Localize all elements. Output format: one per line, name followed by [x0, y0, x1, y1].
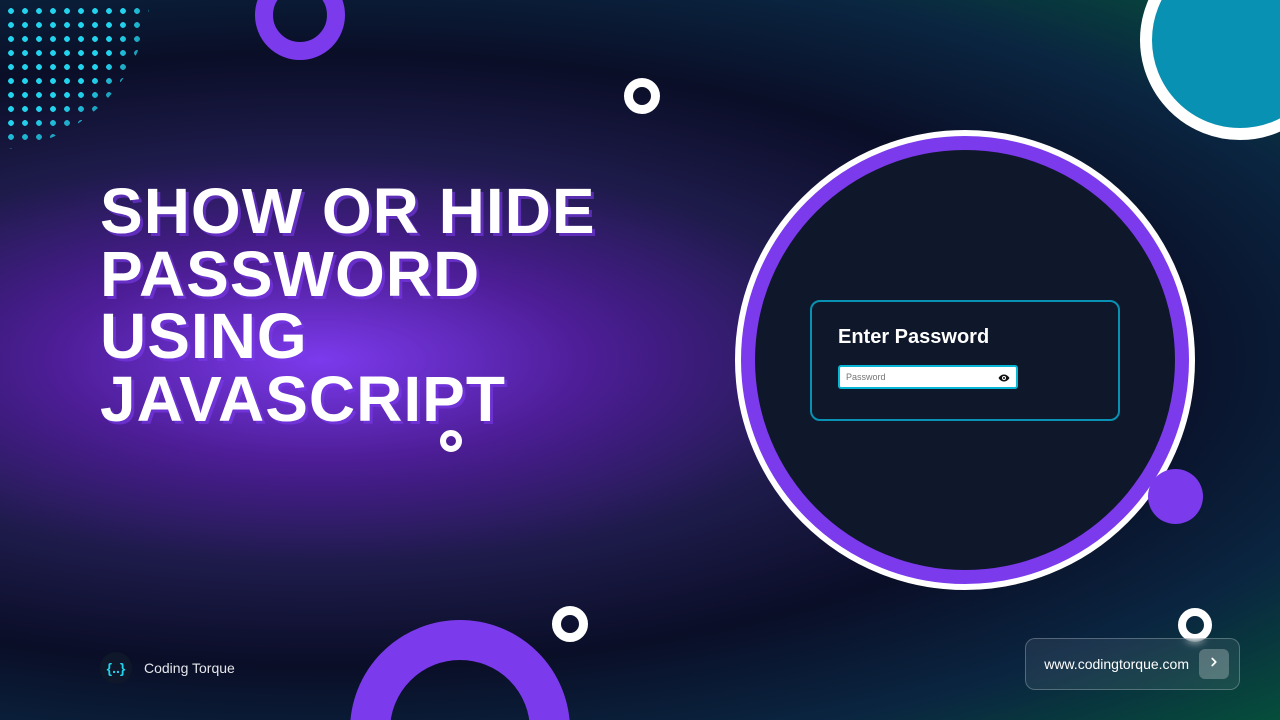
eye-icon[interactable] [998, 371, 1010, 383]
preview-circle: Enter Password [735, 130, 1195, 590]
brand-name: Coding Torque [144, 660, 235, 676]
brand-logo-icon: {..} [100, 652, 132, 684]
decorative-ring [624, 78, 660, 114]
brand: {..} Coding Torque [100, 652, 235, 684]
password-input[interactable] [846, 372, 992, 382]
url-go-button[interactable] [1199, 649, 1229, 679]
password-card-title: Enter Password [838, 326, 1092, 349]
password-card: Enter Password [810, 300, 1120, 421]
decorative-ring [255, 0, 345, 60]
page-title: SHOW OR HIDE PASSWORD USING JAVASCRIPT [100, 180, 660, 431]
hero-heading: SHOW OR HIDE PASSWORD USING JAVASCRIPT [100, 180, 660, 431]
decorative-ring [1178, 608, 1212, 642]
decorative-ring [552, 606, 588, 642]
brand-badge-text: {..} [107, 660, 126, 676]
decorative-ring [1140, 0, 1280, 140]
dotted-corner-pattern [0, 0, 150, 150]
chevron-right-icon [1207, 655, 1221, 674]
url-chip[interactable]: www.codingtorque.com [1025, 638, 1240, 690]
preview-inner: Enter Password [755, 150, 1175, 570]
password-input-wrapper[interactable] [838, 365, 1018, 389]
url-text: www.codingtorque.com [1044, 656, 1189, 672]
decorative-ring [350, 620, 570, 720]
